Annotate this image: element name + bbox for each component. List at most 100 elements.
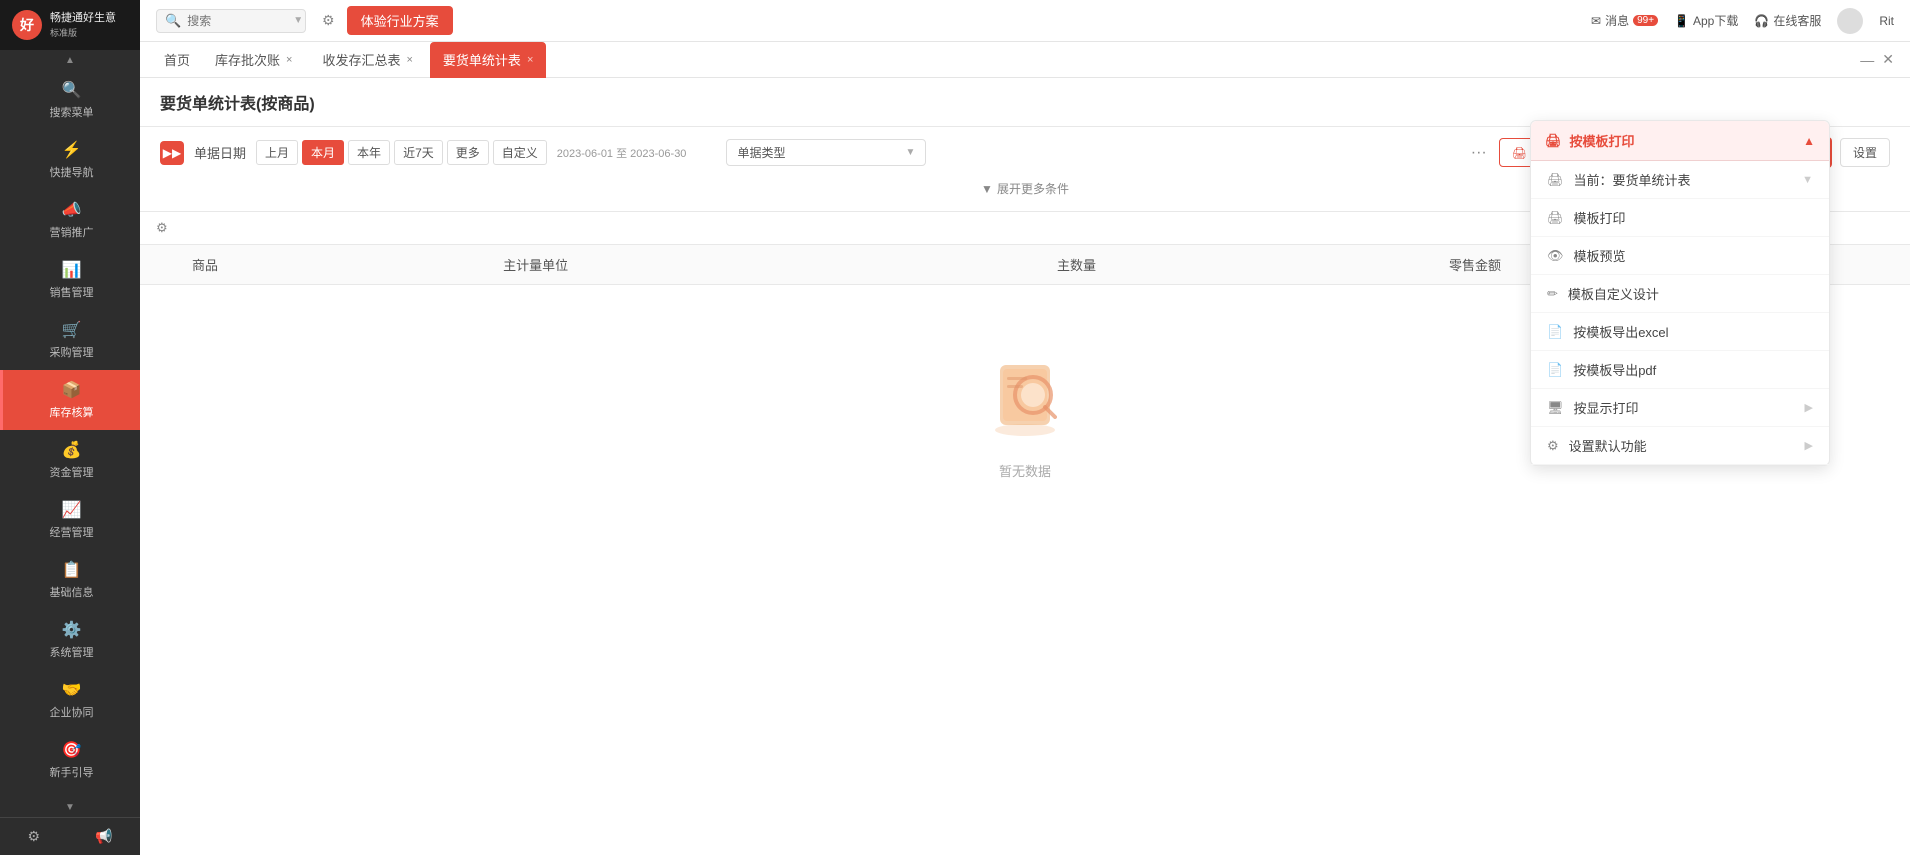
sidebar-item-collab-label: 企业协同	[50, 704, 94, 720]
sidebar-item-marketing[interactable]: 📣 营销推广	[0, 190, 140, 250]
sidebar-item-inventory[interactable]: 📦 库存核算	[0, 370, 140, 430]
filter-expand-button[interactable]: ▶▶	[160, 141, 184, 165]
display-print-left: 🖥 按显示打印	[1547, 398, 1639, 417]
date-btn-more[interactable]: 更多	[447, 140, 489, 165]
dropdown-close-arrow[interactable]: ▲	[1803, 134, 1815, 148]
sidebar-scroll-down[interactable]: ▼	[0, 797, 140, 817]
more-actions-icon[interactable]: ···	[1467, 144, 1491, 162]
sidebar-item-finance[interactable]: 💰 资金管理	[0, 430, 140, 490]
headset-icon: 🎧	[1754, 14, 1769, 28]
date-btn-custom[interactable]: 自定义	[493, 140, 547, 165]
dropdown-item-display-print[interactable]: 🖥 按显示打印 ▶	[1531, 389, 1829, 427]
default-func-left: ⚙ 设置默认功能	[1547, 436, 1647, 455]
tab-home[interactable]: 首页	[156, 44, 198, 75]
quick-nav-icon: ⚡	[62, 140, 82, 160]
topbar-search-input[interactable]	[187, 14, 287, 28]
expand-more-button[interactable]: ▼ 展开更多条件	[973, 176, 1077, 201]
topbar-gear-icon[interactable]: ⚙	[322, 12, 335, 29]
topbar-search-icon: 🔍	[165, 13, 181, 29]
collab-icon: 🤝	[62, 680, 82, 700]
date-btn-current-month[interactable]: 本月	[302, 140, 344, 165]
trial-button[interactable]: 体验行业方案	[347, 6, 453, 35]
tab-inventory-batch-close[interactable]: ×	[286, 54, 292, 66]
sidebar-item-appstore[interactable]: 🔲 应用中心	[0, 790, 140, 797]
window-minimize[interactable]: —	[1860, 52, 1874, 68]
th-checkbox	[140, 245, 180, 285]
tab-inventory-batch-label: 库存批次账	[215, 50, 280, 69]
display-print-arrow: ▶	[1805, 401, 1813, 414]
topbar-search-box[interactable]: 🔍 ▼	[156, 9, 306, 33]
tab-stock-summary-close[interactable]: ×	[406, 54, 412, 66]
sidebar-bottom: ⚙ 📢	[0, 817, 140, 855]
marketing-icon: 📣	[62, 200, 82, 220]
search-menu-icon: 🔍	[62, 80, 82, 100]
sidebar-item-search-label: 搜索菜单	[50, 104, 94, 120]
dropdown-item-display-label: 按显示打印	[1574, 398, 1639, 417]
dropdown-item-preview[interactable]: 👁 模板预览	[1531, 237, 1829, 275]
sidebar-item-system[interactable]: ⚙️ 系统管理	[0, 610, 140, 670]
dropdown-current-item[interactable]: 🖨 当前：要货单统计表 ▼	[1531, 161, 1829, 199]
topbar-search-dropdown-icon[interactable]: ▼	[293, 15, 303, 26]
expand-more-label: 展开更多条件	[997, 180, 1069, 197]
table-gear-icon[interactable]: ⚙	[156, 220, 168, 236]
message-item[interactable]: ✉ 消息 99+	[1591, 12, 1658, 29]
tab-order-stats-label: 要货单统计表	[443, 50, 521, 69]
excel-export-icon: 📄	[1547, 324, 1563, 340]
tab-order-stats[interactable]: 要货单统计表 ×	[430, 42, 546, 78]
tab-order-stats-close[interactable]: ×	[527, 54, 533, 66]
window-close[interactable]: ✕	[1882, 51, 1894, 68]
app-logo: 好 畅捷通好生意 标准版	[0, 0, 140, 50]
message-icon: ✉	[1591, 14, 1601, 28]
empty-svg	[975, 345, 1075, 445]
date-btn-prev-month[interactable]: 上月	[256, 140, 298, 165]
inventory-icon: 📦	[62, 380, 82, 400]
guide-icon: 🎯	[62, 740, 82, 760]
dropdown-item-excel[interactable]: 📄 按模板导出excel	[1531, 313, 1829, 351]
sidebar-item-quick-nav[interactable]: ⚡ 快捷导航	[0, 130, 140, 190]
speaker-icon[interactable]: 📢	[95, 828, 112, 845]
sidebar-item-operations[interactable]: 📈 经营管理	[0, 490, 140, 550]
sidebar-item-guide-label: 新手引导	[50, 764, 94, 780]
sidebar-item-inventory-label: 库存核算	[50, 404, 94, 420]
sidebar-item-finance-label: 资金管理	[50, 464, 94, 480]
th-unit: 主计量单位	[491, 245, 1045, 285]
page-content: 要货单统计表(按商品) ▶▶ 单据日期 上月 本月 本年 近7天 更多 自定义 …	[140, 78, 1910, 855]
message-label: 消息	[1605, 12, 1629, 29]
dropdown-title: 按模板打印	[1570, 131, 1635, 150]
online-service-item[interactable]: 🎧 在线客服	[1754, 12, 1821, 29]
topbar-right: ✉ 消息 99+ 📱 App下载 🎧 在线客服 Rit	[1591, 8, 1894, 34]
th-product: 商品	[180, 245, 491, 285]
dropdown-item-default[interactable]: ⚙ 设置默认功能 ▶	[1531, 427, 1829, 465]
sidebar-item-collaboration[interactable]: 🤝 企业协同	[0, 670, 140, 730]
doc-type-label: 单据类型	[737, 144, 785, 161]
date-btn-current-year[interactable]: 本年	[348, 140, 390, 165]
date-btn-7days[interactable]: 近7天	[394, 140, 443, 165]
settings-button[interactable]: 设置	[1840, 138, 1890, 167]
sidebar-item-sales[interactable]: 📊 销售管理	[0, 250, 140, 310]
expand-more-icon: ▼	[981, 182, 993, 196]
current-item-left: 🖨 当前：要货单统计表	[1547, 170, 1691, 189]
app-name-container: 畅捷通好生意 标准版	[50, 11, 116, 39]
dropdown-item-design[interactable]: ✏ 模板自定义设计	[1531, 275, 1829, 313]
dropdown-header: 🖨 按模板打印 ▲	[1531, 121, 1829, 161]
date-buttons: 上月 本月 本年 近7天 更多 自定义	[256, 140, 547, 165]
tab-inventory-batch[interactable]: 库存批次账 ×	[202, 42, 305, 78]
user-avatar[interactable]	[1837, 8, 1863, 34]
dropdown-item-print[interactable]: 🖨 模板打印	[1531, 199, 1829, 237]
dropdown-title-area: 🖨 按模板打印	[1545, 131, 1635, 150]
template-preview-icon: 👁	[1547, 248, 1564, 264]
app-badge: 标准版	[50, 26, 116, 39]
sidebar-scroll-up[interactable]: ▲	[0, 50, 140, 70]
doc-type-select[interactable]: 单据类型 ▼	[726, 139, 926, 166]
tab-stock-summary[interactable]: 收发存汇总表 ×	[309, 42, 425, 78]
sidebar-item-search[interactable]: 🔍 搜索菜单	[0, 70, 140, 130]
app-download-label: App下载	[1693, 12, 1738, 29]
sidebar-item-guide[interactable]: 🎯 新手引导	[0, 730, 140, 790]
app-download-item[interactable]: 📱 App下载	[1674, 12, 1738, 29]
sidebar-item-operations-label: 经营管理	[50, 524, 94, 540]
settings-bottom-icon[interactable]: ⚙	[28, 828, 41, 845]
sidebar-item-purchase[interactable]: 🛒 采购管理	[0, 310, 140, 370]
sidebar-item-basic-info[interactable]: 📋 基础信息	[0, 550, 140, 610]
dropdown-item-pdf[interactable]: 📄 按模板导出pdf	[1531, 351, 1829, 389]
sidebar-item-quick-nav-label: 快捷导航	[50, 164, 94, 180]
